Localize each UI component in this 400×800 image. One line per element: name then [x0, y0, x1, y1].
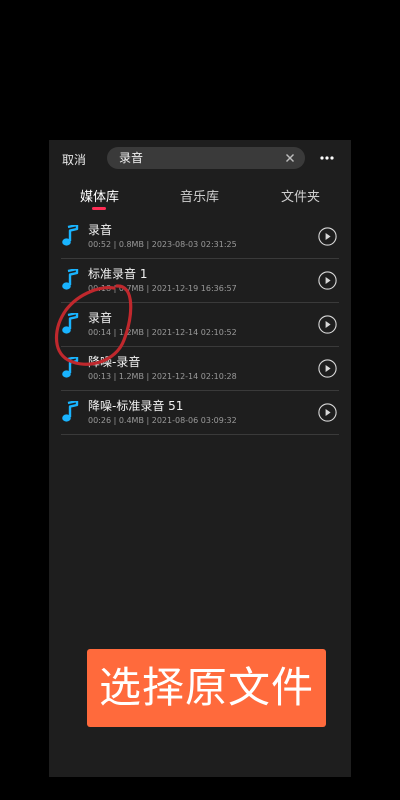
cancel-button[interactable]: 取消 — [62, 151, 86, 168]
play-icon[interactable] — [318, 403, 337, 422]
search-input[interactable] — [119, 150, 279, 164]
search-box[interactable] — [107, 147, 305, 169]
item-meta: 00:52 | 0.8MB | 2023-08-03 02:31:25 — [88, 240, 237, 249]
tab-folder[interactable]: 文件夹 — [281, 186, 320, 205]
play-icon[interactable] — [318, 315, 337, 334]
item-meta: 00:14 | 1.2MB | 2021-12-14 02:10:52 — [88, 328, 237, 337]
music-note-icon — [62, 225, 79, 246]
play-icon[interactable] — [318, 271, 337, 290]
tab-media-library[interactable]: 媒体库 — [80, 186, 119, 205]
play-icon[interactable] — [318, 359, 337, 378]
active-tab-indicator — [92, 207, 106, 210]
music-note-icon — [62, 401, 79, 422]
item-title: 录音 — [88, 311, 113, 325]
item-meta: 00:26 | 0.4MB | 2021-08-06 03:09:32 — [88, 416, 237, 425]
recording-list: 录音 00:52 | 0.8MB | 2023-08-03 02:31:25 标… — [49, 215, 351, 435]
list-item[interactable]: 录音 00:52 | 0.8MB | 2023-08-03 02:31:25 — [61, 215, 339, 259]
list-item[interactable]: 降噪-标准录音 51 00:26 | 0.4MB | 2021-08-06 03… — [61, 391, 339, 435]
tab-music-library[interactable]: 音乐库 — [180, 186, 219, 205]
play-icon[interactable] — [318, 227, 337, 246]
close-icon[interactable] — [283, 151, 297, 165]
music-note-icon — [62, 357, 79, 378]
select-original-file-button[interactable]: 选择原文件 — [87, 649, 326, 727]
music-note-icon — [62, 313, 79, 334]
top-bar: 取消 — [49, 140, 351, 176]
music-note-icon — [62, 269, 79, 290]
item-title: 降噪-录音 — [88, 355, 141, 369]
item-title: 录音 — [88, 223, 113, 237]
item-title: 降噪-标准录音 51 — [88, 399, 184, 413]
list-item[interactable]: 录音 00:14 | 1.2MB | 2021-12-14 02:10:52 — [61, 303, 339, 347]
list-item[interactable]: 标准录音 1 00:18 | 0.7MB | 2021-12-19 16:36:… — [61, 259, 339, 303]
tab-bar: 媒体库 音乐库 文件夹 — [49, 182, 351, 212]
more-horizontal-icon[interactable] — [319, 152, 335, 164]
list-item[interactable]: 降噪-录音 00:13 | 1.2MB | 2021-12-14 02:10:2… — [61, 347, 339, 391]
item-meta: 00:13 | 1.2MB | 2021-12-14 02:10:28 — [88, 372, 237, 381]
item-meta: 00:18 | 0.7MB | 2021-12-19 16:36:57 — [88, 284, 237, 293]
item-title: 标准录音 1 — [88, 267, 148, 281]
